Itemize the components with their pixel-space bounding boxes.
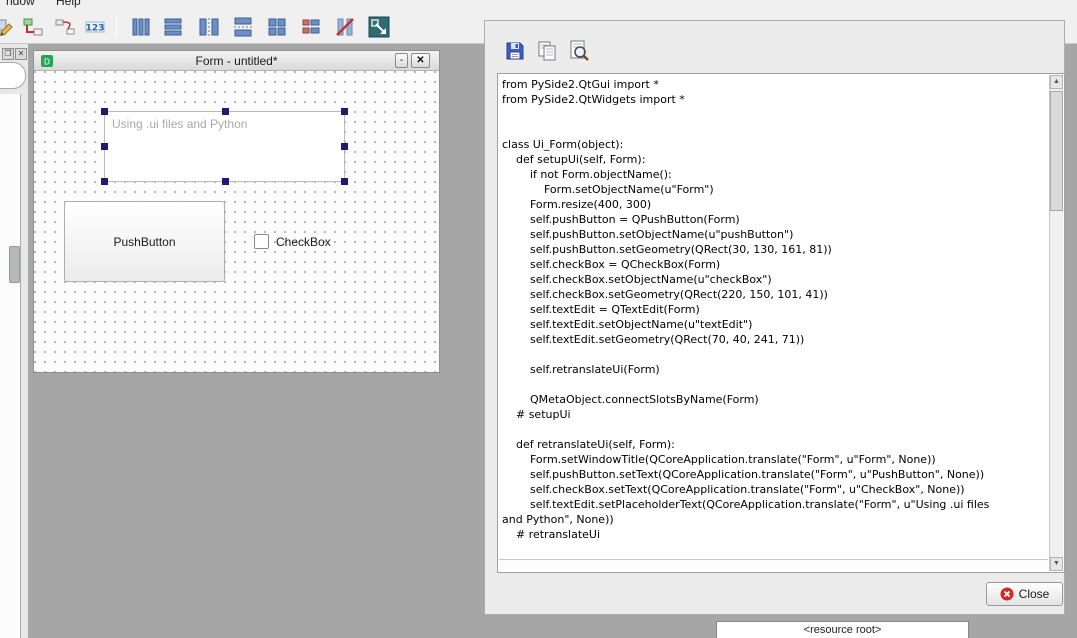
layout-form-button[interactable]	[298, 14, 324, 40]
break-layout-icon	[334, 16, 356, 38]
vertical-scrollbar[interactable]: ▲ ▼	[1049, 75, 1063, 571]
edit-buddies-button[interactable]	[52, 14, 78, 40]
widgetbox-filter-input[interactable]	[0, 62, 26, 89]
layout-horizontal-splitter-icon	[198, 16, 220, 38]
horizontal-scrollbar[interactable]	[499, 559, 1048, 571]
textedit-placeholder-text: Using .ui files and Python	[112, 117, 247, 131]
left-dock-fragment: ❐ ✕	[0, 44, 28, 638]
widget-edit-mode-button[interactable]	[0, 14, 16, 40]
scroll-down-button[interactable]: ▼	[1050, 557, 1063, 571]
selection-handle[interactable]	[101, 143, 108, 150]
edit-tab-order-icon: 123	[84, 16, 106, 38]
break-layout-button[interactable]	[332, 14, 358, 40]
selection-handle[interactable]	[101, 108, 108, 115]
code-preview-dialog: from PySide2.QtGui import * from PySide2…	[484, 20, 1065, 615]
qt-designer-screen: ndow Help	[0, 0, 1077, 638]
code-frame: from PySide2.QtGui import * from PySide2…	[497, 73, 1065, 573]
scroll-up-button[interactable]: ▲	[1050, 75, 1063, 89]
layout-vertically-icon	[162, 16, 184, 38]
close-button[interactable]: Close	[986, 582, 1063, 606]
edit-tab-order-button[interactable]: 123	[82, 14, 108, 40]
pushbutton-widget[interactable]: PushButton	[64, 201, 225, 282]
layout-grid-icon	[266, 16, 288, 38]
selection-handle[interactable]	[341, 143, 348, 150]
copy-icon	[535, 39, 559, 63]
edit-signals-slots-icon	[22, 16, 44, 38]
layout-horizontally-button[interactable]	[128, 14, 154, 40]
selection-handle[interactable]	[222, 108, 229, 115]
layout-vertical-splitter-button[interactable]	[230, 14, 256, 40]
close-circle-icon	[1000, 587, 1014, 601]
find-button[interactable]	[566, 38, 592, 64]
checkbox-label: CheckBox	[276, 235, 331, 249]
textedit-widget-selected[interactable]: Using .ui files and Python	[104, 111, 345, 182]
layout-vertical-splitter-icon	[232, 16, 254, 38]
checkbox-indicator[interactable]	[254, 234, 269, 249]
form-window-titlebar[interactable]: D Form - untitled* - ✕	[34, 51, 439, 71]
layout-grid-button[interactable]	[264, 14, 290, 40]
layout-form-icon	[300, 16, 322, 38]
form-window-title: Form - untitled*	[34, 54, 439, 68]
menu-window[interactable]: ndow	[2, 0, 39, 8]
code-editor[interactable]: from PySide2.QtGui import * from PySide2…	[502, 77, 1047, 558]
widget-edit-mode-icon	[0, 16, 14, 38]
selection-handle[interactable]	[222, 178, 229, 185]
scrollbar-thumb[interactable]	[1050, 91, 1063, 211]
resource-root-header[interactable]: <resource root>	[716, 621, 969, 638]
close-button-label: Close	[1019, 587, 1050, 601]
dock-close-button[interactable]: ✕	[15, 48, 27, 60]
toolbar-separator	[116, 16, 117, 38]
layout-vertically-button[interactable]	[160, 14, 186, 40]
layout-horizontally-icon	[130, 16, 152, 38]
menu-help[interactable]: Help	[52, 0, 85, 8]
selection-handle[interactable]	[101, 178, 108, 185]
widgetbox-scrollbar-thumb[interactable]	[9, 246, 20, 283]
adjust-size-button[interactable]	[366, 14, 392, 40]
selection-handle[interactable]	[341, 178, 348, 185]
copy-button[interactable]	[534, 38, 560, 64]
form-minimize-button[interactable]: -	[395, 53, 408, 68]
find-icon	[567, 39, 591, 63]
selection-handle[interactable]	[341, 108, 348, 115]
svg-text:123: 123	[86, 24, 105, 34]
dock-float-button[interactable]: ❐	[2, 48, 14, 60]
form-canvas[interactable]: Using .ui files and Python PushButton Ch…	[34, 71, 439, 372]
widgetbox-panel	[0, 94, 21, 638]
pushbutton-label: PushButton	[113, 235, 175, 249]
form-designer-window: D Form - untitled* - ✕ Using .ui files a…	[33, 50, 440, 373]
edit-signals-slots-button[interactable]	[20, 14, 46, 40]
adjust-size-icon	[368, 16, 390, 38]
save-button[interactable]	[502, 38, 528, 64]
edit-buddies-icon	[54, 16, 76, 38]
form-close-button[interactable]: ✕	[411, 53, 430, 68]
layout-horizontal-splitter-button[interactable]	[196, 14, 222, 40]
save-icon	[503, 39, 527, 63]
checkbox-widget[interactable]: CheckBox	[254, 221, 355, 262]
